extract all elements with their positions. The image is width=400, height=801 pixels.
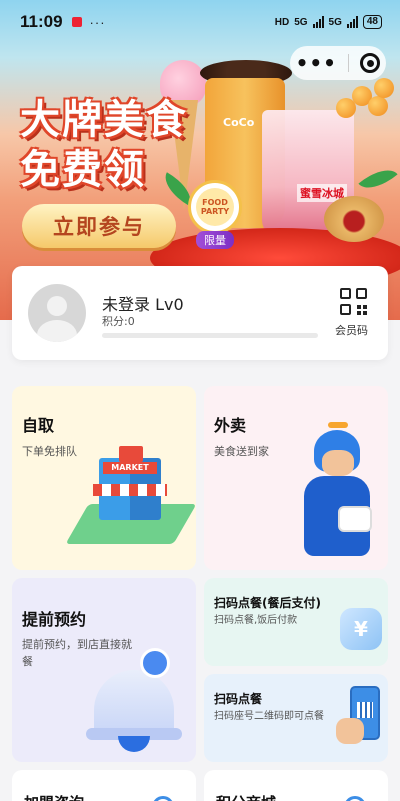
battery-icon: 48 <box>362 15 382 29</box>
close-miniprogram-icon[interactable] <box>360 53 381 73</box>
more-icon[interactable]: ••• <box>296 53 337 73</box>
points-mall-icon <box>344 796 366 801</box>
status-bar: 11:09 ··· HD 5G 5G 48 <box>0 0 400 44</box>
self-pickup-title: 自取 <box>22 416 55 435</box>
franchise-card[interactable]: 加盟咨询 <box>12 770 196 801</box>
self-pickup-tile[interactable]: 自取 下单免排队 MARKET <box>12 386 196 570</box>
scan-order-title: 扫码点餐 <box>214 692 263 706</box>
market-sign: MARKET <box>103 462 157 474</box>
helmet-propeller <box>328 422 348 428</box>
miniprogram-capsule: ••• <box>290 46 386 80</box>
reservation-title: 提前预约 <box>22 610 87 629</box>
franchise-icon <box>152 796 174 801</box>
courier-illustration <box>292 422 382 566</box>
avatar[interactable] <box>28 284 86 342</box>
store-awning <box>93 484 167 496</box>
points-mall-card[interactable]: 积分商城 <box>204 770 388 801</box>
member-card[interactable]: 未登录 Lv0 积分:0 会员码 <box>12 266 388 360</box>
qr-code-icon[interactable] <box>340 288 368 316</box>
bell-clapper <box>118 736 150 752</box>
cup-brand-label: CoCo <box>223 116 255 129</box>
level-progress-bar <box>102 333 318 338</box>
scan-pay-later-subtitle: 扫码点餐,饭后付款 <box>214 615 298 626</box>
franchise-title: 加盟咨询 <box>24 792 84 801</box>
scan-order-tile[interactable]: 扫码点餐 扫码座号二维码即可点餐 <box>204 674 388 762</box>
signal-icon-2 <box>346 16 358 28</box>
promo-title-line2: 免费领 <box>20 147 146 193</box>
snack-balls-illustration <box>336 78 394 124</box>
reservation-tile[interactable]: 提前预约 提前预约，到店直接就餐 <box>12 578 196 762</box>
scan-pay-later-title: 扫码点餐(餐后支付) <box>214 596 321 610</box>
avatar-body-shape <box>37 320 77 342</box>
promo-title: 大牌美食 免费领 <box>20 95 188 195</box>
delivery-bag <box>338 506 372 532</box>
scan-order-pay-later-tile[interactable]: 扫码点餐(餐后支付) 扫码点餐,饭后付款 ¥ <box>204 578 388 666</box>
promo-title-line1: 大牌美食 <box>20 97 188 143</box>
store-roof-box <box>119 446 143 462</box>
points-mall-title: 积分商城 <box>216 792 276 801</box>
limited-tag: 限量 <box>196 231 234 249</box>
hd-icon: HD <box>274 16 290 28</box>
join-now-button[interactable]: 立即参与 <box>22 204 176 248</box>
self-pickup-subtitle: 下单免排队 <box>22 445 77 458</box>
pastry-illustration <box>324 196 384 242</box>
scan-order-subtitle: 扫码座号二维码即可点餐 <box>214 711 324 722</box>
leaf-decoration <box>358 160 398 198</box>
member-points: 积分:0 <box>102 315 135 328</box>
status-indicators: HD 5G 5G 48 <box>275 15 382 29</box>
more-notifications-icon: ··· <box>89 14 106 30</box>
network-5g-label: 5G <box>294 16 308 28</box>
delivery-subtitle: 美食送到家 <box>214 445 269 458</box>
bell-clock-illustration <box>86 648 182 758</box>
food-party-badge: FOOD PARTY <box>188 180 242 234</box>
member-code-label[interactable]: 会员码 <box>335 322 368 338</box>
courier-face <box>322 450 354 476</box>
delivery-title: 外卖 <box>214 416 247 435</box>
status-time: 11:09 <box>20 12 63 31</box>
member-name[interactable]: 未登录 Lv0 <box>102 291 184 315</box>
hand-illustration <box>336 718 364 744</box>
yuan-icon: ¥ <box>340 608 382 650</box>
recording-icon <box>71 17 82 27</box>
capsule-divider <box>348 54 350 72</box>
delivery-tile[interactable]: 外卖 美食送到家 <box>204 386 388 570</box>
bell-dome <box>94 670 174 734</box>
network-5g-label-2: 5G <box>328 16 342 28</box>
market-store-illustration: MARKET <box>65 446 196 546</box>
avatar-head-shape <box>47 296 67 316</box>
signal-icon <box>312 16 324 28</box>
clock-icon <box>140 648 170 678</box>
